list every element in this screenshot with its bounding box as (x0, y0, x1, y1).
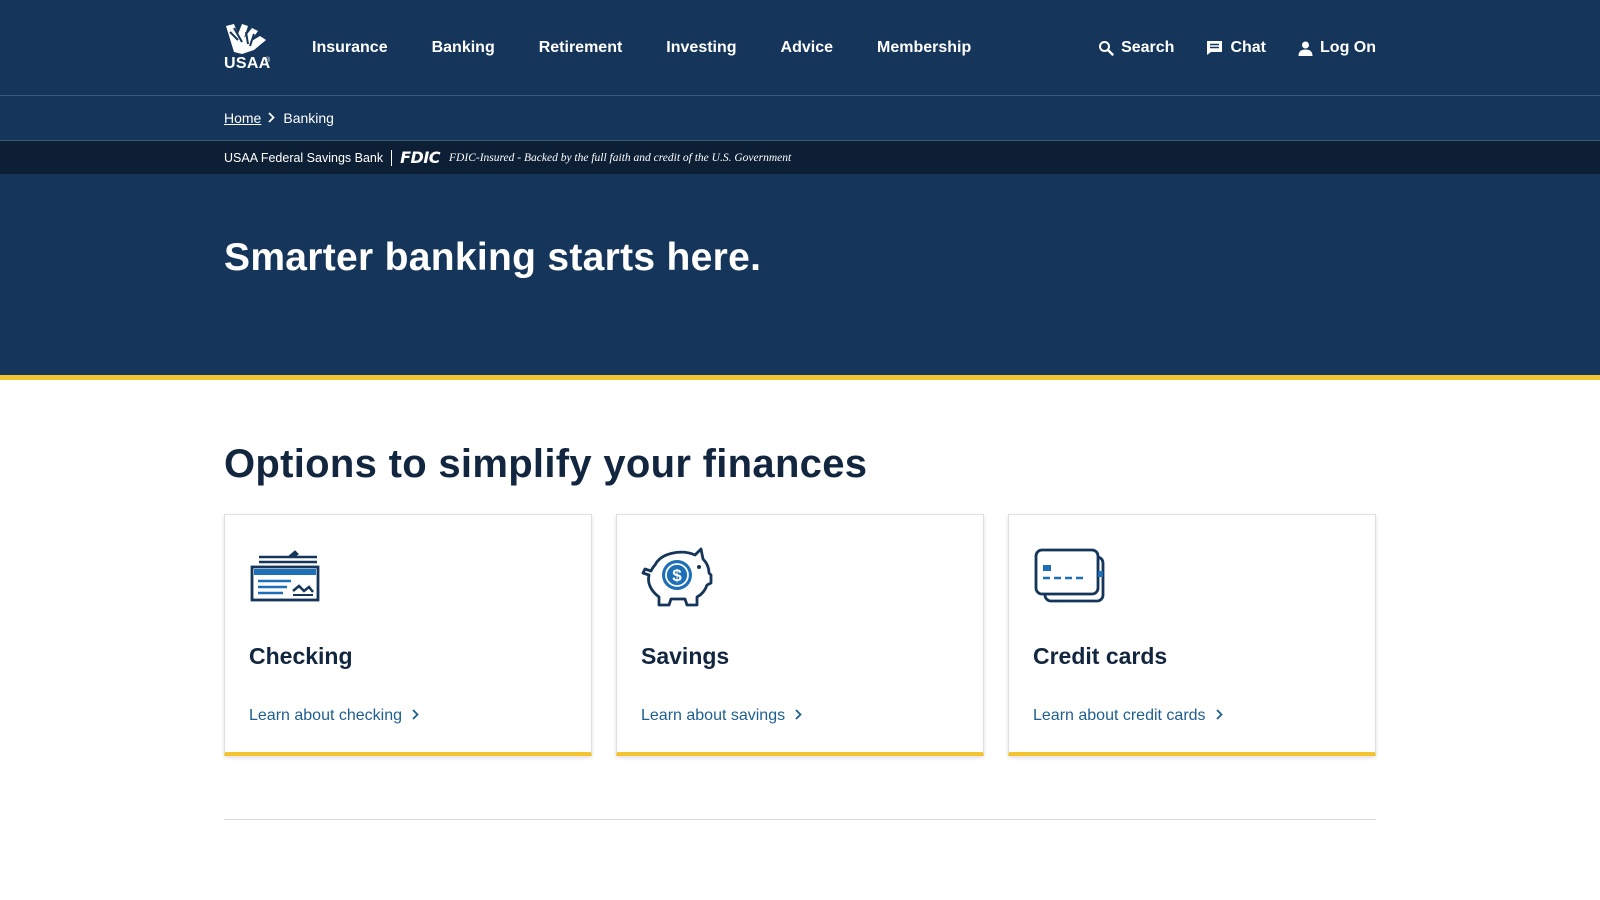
link-label: Learn about checking (249, 707, 402, 724)
check-icon (249, 545, 321, 609)
learn-about-checking-link[interactable]: Learn about checking (249, 707, 419, 725)
link-label: Learn about credit cards (1033, 707, 1206, 724)
nav-item-insurance[interactable]: Insurance (312, 39, 388, 57)
card-title-checking: Checking (249, 643, 353, 669)
chat-button[interactable]: Chat (1206, 39, 1266, 57)
usaa-logo[interactable]: USAA ® (224, 22, 274, 74)
chevron-right-icon (1215, 707, 1223, 725)
log-on-label: Log On (1320, 39, 1376, 56)
chevron-right-icon (795, 707, 802, 725)
card-title-credit-cards: Credit cards (1033, 643, 1168, 669)
search-button[interactable]: Search (1098, 39, 1174, 57)
chat-label: Chat (1230, 39, 1267, 56)
nav-item-membership[interactable]: Membership (877, 39, 971, 57)
link-label: Learn about savings (641, 707, 786, 724)
primary-nav: Insurance Banking Retirement Investing A… (312, 0, 1015, 96)
logo-wordmark: USAA (224, 55, 271, 72)
search-label: Search (1121, 39, 1175, 56)
chevron-right-icon (268, 110, 276, 126)
section-divider (224, 819, 1376, 820)
chevron-right-icon (412, 707, 419, 725)
breadcrumb-bar: Home Banking (0, 96, 1600, 141)
piggy-bank-icon: $ (641, 545, 713, 609)
breadcrumb-current: Banking (283, 110, 334, 126)
page-title: Smarter banking starts here. (224, 236, 762, 279)
log-on-button[interactable]: Log On (1298, 39, 1376, 57)
search-icon (1099, 41, 1114, 56)
savings-card[interactable]: $ Savings Learn about savings (616, 514, 984, 756)
top-navigation-bar: USAA ® Insurance Banking Retirement Inve… (0, 0, 1600, 96)
credit-cards-card[interactable]: Credit cards Learn about credit cards (1008, 514, 1376, 756)
svg-text:$: $ (672, 566, 682, 585)
learn-about-credit-cards-link[interactable]: Learn about credit cards (1033, 707, 1223, 725)
fdic-divider (391, 149, 393, 166)
nav-item-advice[interactable]: Advice (781, 39, 833, 57)
section-title: Options to simplify your finances (224, 442, 868, 486)
registered-mark: ® (265, 57, 271, 64)
eagle-icon (226, 24, 266, 54)
hero-banner: Smarter banking starts here. (0, 174, 1600, 380)
fdic-logo: FDIC (400, 148, 441, 167)
credit-card-icon (1033, 545, 1105, 609)
fdic-insured-text: FDIC-Insured - Backed by the full faith … (449, 151, 792, 164)
checking-card[interactable]: Checking Learn about checking (224, 514, 592, 756)
chat-icon (1207, 41, 1223, 55)
breadcrumb-home-link[interactable]: Home (224, 110, 261, 126)
nav-item-banking[interactable]: Banking (432, 39, 495, 57)
fdic-disclosure-bar: USAA Federal Savings Bank FDIC FDIC-Insu… (0, 141, 1600, 174)
card-title-savings: Savings (641, 643, 730, 669)
breadcrumb: Home Banking (224, 110, 334, 126)
learn-about-savings-link[interactable]: Learn about savings (641, 707, 802, 725)
bank-name: USAA Federal Savings Bank (224, 150, 384, 165)
nav-item-investing[interactable]: Investing (666, 39, 736, 57)
nav-item-retirement[interactable]: Retirement (539, 39, 623, 57)
product-cards: Checking Learn about checking $ Savings … (224, 514, 1376, 756)
utility-nav: Search Chat Log On (1066, 0, 1376, 96)
user-icon (1298, 41, 1313, 56)
